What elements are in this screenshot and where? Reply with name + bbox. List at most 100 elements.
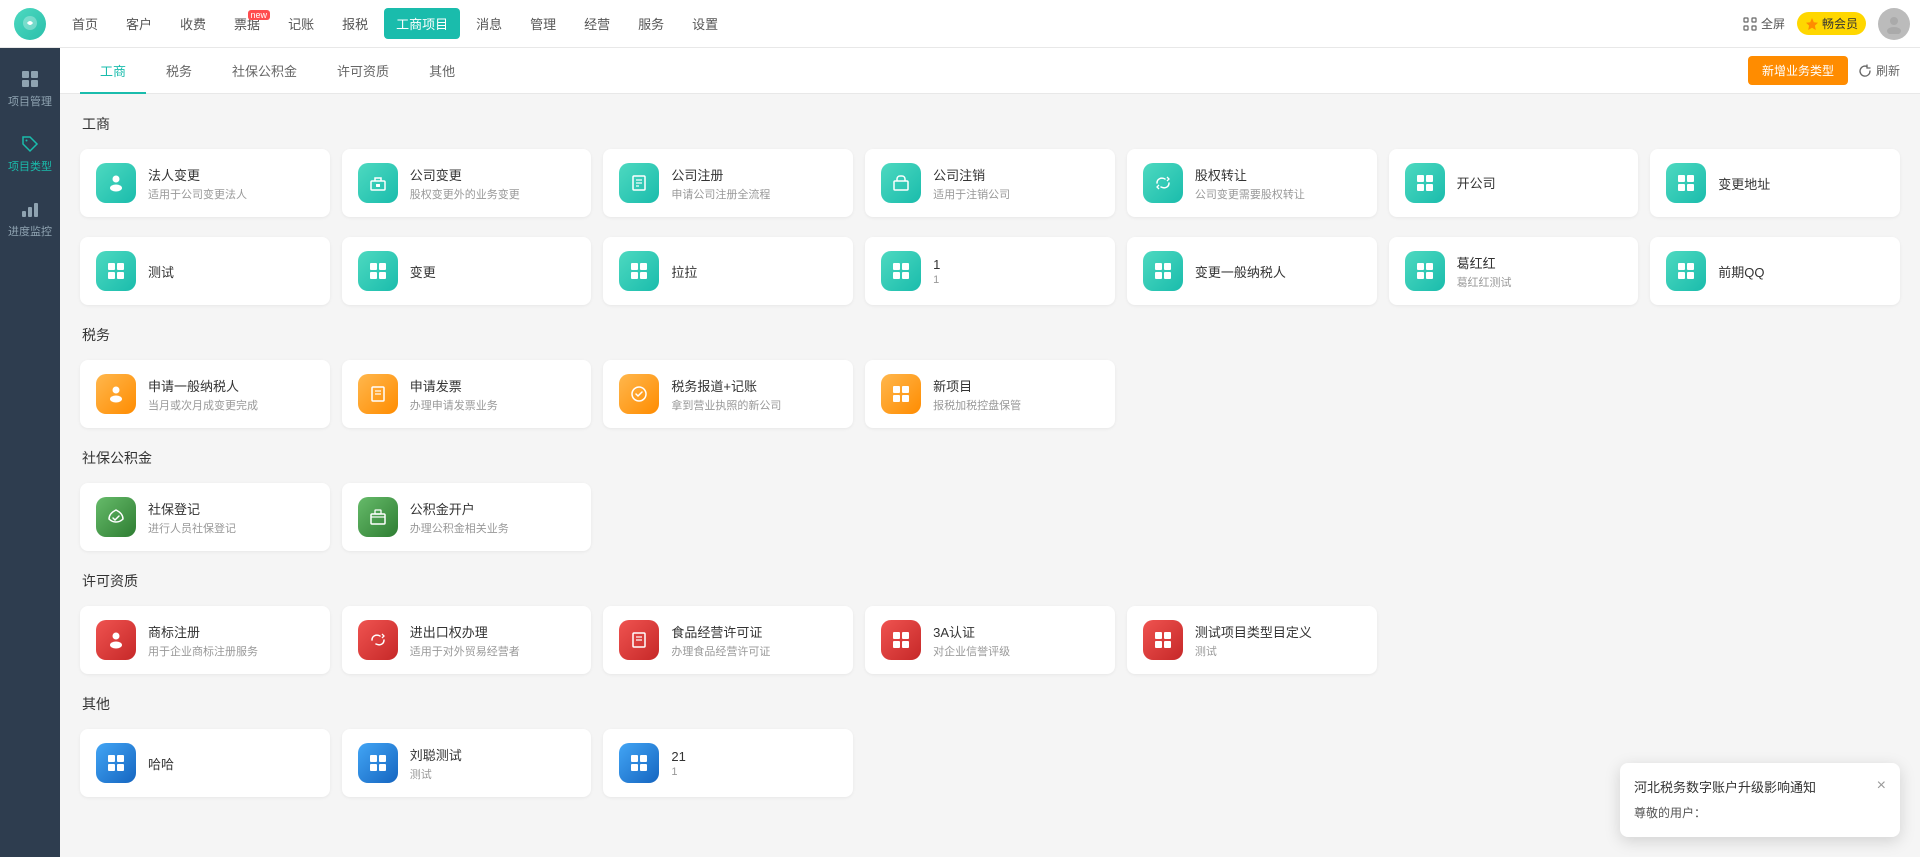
tab-qita[interactable]: 其他 [409,49,475,94]
card-gehonghong[interactable]: 葛红红 葛红红测试 [1389,237,1639,305]
jinchukou-text: 进出口权办理 适用于对外贸易经营者 [410,622,520,659]
tabs-bar: 工商 税务 社保公积金 许可资质 其他 新增业务类型 刷新 [60,48,1920,94]
guquan-icon [1143,163,1183,203]
card-xin-xiangmu[interactable]: 新项目 报税加税控盘保管 [865,360,1115,428]
card-jinchukou[interactable]: 进出口权办理 适用于对外贸易经营者 [342,606,592,674]
nav-menu: 首页 客户 收费 票据 new 记账 报税 工商项目 消息 管理 经营 服务 设… [60,8,1743,39]
card-shenqing-fapiao[interactable]: 申请发票 办理申请发票业务 [342,360,592,428]
card-biangeng-nashuiren[interactable]: 变更一般纳税人 [1127,237,1377,305]
section-title-qita: 其他 [80,694,1900,714]
gongjijin-kaihu-text: 公积金开户 办理公积金相关业务 [410,499,509,536]
gongjijin-kaihu-name: 公积金开户 [410,499,509,518]
card-ceshi-xiangmu-leixing[interactable]: 测试项目类型目定义 测试 [1127,606,1377,674]
gongsi-zhuxiao-icon [881,163,921,203]
card-shangbiao-zhuce[interactable]: 商标注册 用于企业商标注册服务 [80,606,330,674]
card-shipin-xuke[interactable]: 食品经营许可证 办理食品经营许可证 [603,606,853,674]
21-text: 21 1 [671,749,685,778]
notification-close-button[interactable]: × [1877,777,1886,795]
shuiwu-baodao-icon [619,374,659,414]
shebao-dengji-text: 社保登记 进行人员社保登记 [148,499,236,536]
card-biangeng-dizhi[interactable]: 变更地址 [1650,149,1900,217]
card-lala[interactable]: 拉拉 [603,237,853,305]
gongsi-zhuce-name: 公司注册 [671,165,770,184]
nav-service[interactable]: 服务 [626,8,676,39]
tab-xuke[interactable]: 许可资质 [317,49,409,94]
nav-message[interactable]: 消息 [464,8,514,39]
card-gongsi-zhuxiao[interactable]: 公司注销 适用于注销公司 [865,149,1115,217]
card-shenqing-nashuiren[interactable]: 申请一般纳税人 当月或次月成变更完成 [80,360,330,428]
card-3a-renzheng[interactable]: 3A认证 对企业信誉评级 [865,606,1115,674]
card-shuiwu-baodao[interactable]: 税务报道+记账 拿到营业执照的新公司 [603,360,853,428]
nav-ticket[interactable]: 票据 new [222,8,272,39]
nav-bookkeep[interactable]: 记账 [276,8,326,39]
sidebar-item-project-manage[interactable]: 项目管理 [0,58,60,119]
nav-settings[interactable]: 设置 [680,8,730,39]
vip-label: 畅会员 [1822,15,1858,32]
card-gongsi-zhuce[interactable]: 公司注册 申请公司注册全流程 [603,149,853,217]
biangeng-nashuiren-text: 变更一般纳税人 [1195,262,1286,281]
gongsi-biangeng-icon [358,163,398,203]
card-gongsi-biangeng[interactable]: 公司变更 股权变更外的业务变更 [342,149,592,217]
card-21[interactable]: 21 1 [603,729,853,797]
shangbiao-zhuce-name: 商标注册 [148,622,258,641]
shenqing-nashuiren-name: 申请一般纳税人 [148,376,258,395]
card-haha[interactable]: 哈哈 [80,729,330,797]
qianqi-qq-icon [1666,251,1706,291]
gehonghong-text: 葛红红 葛红红测试 [1457,253,1512,290]
kai-gongsi-text: 开公司 [1457,173,1496,194]
notification-body: 尊敬的用户： [1634,804,1886,823]
new-badge: new [248,10,271,20]
tab-shebao[interactable]: 社保公积金 [212,49,317,94]
gongsi-zhuce-icon [619,163,659,203]
ceshi-xiangmu-leixing-name: 测试项目类型目定义 [1195,622,1312,641]
logo[interactable] [10,4,50,44]
qianqi-qq-name: 前期QQ [1718,262,1764,281]
sidebar-label-project-manage: 项目管理 [8,93,52,109]
nav-manage[interactable]: 管理 [518,8,568,39]
nav-business[interactable]: 经营 [572,8,622,39]
nav-home[interactable]: 首页 [60,8,110,39]
grid-icon [19,68,41,90]
gongsi-zhuxiao-desc: 适用于注销公司 [933,186,1010,202]
gongsi-zhuce-text: 公司注册 申请公司注册全流程 [671,165,770,202]
3a-renzheng-desc: 对企业信誉评级 [933,643,1010,659]
shenqing-nashuiren-text: 申请一般纳税人 当月或次月成变更完成 [148,376,258,413]
gongsi-zhuce-desc: 申请公司注册全流程 [671,186,770,202]
card-kai-gongsi[interactable]: 开公司 [1389,149,1639,217]
shebao-dengji-name: 社保登记 [148,499,236,518]
card-qianqi-qq[interactable]: 前期QQ [1650,237,1900,305]
shangbiao-zhuce-text: 商标注册 用于企业商标注册服务 [148,622,258,659]
nav-industry[interactable]: 工商项目 [384,8,460,39]
sidebar-item-progress[interactable]: 进度监控 [0,188,60,249]
fullscreen-button[interactable]: 全屏 [1743,15,1785,32]
card-biangeng2[interactable]: 变更 [342,237,592,305]
qianqi-qq-text: 前期QQ [1718,262,1764,281]
user-avatar[interactable] [1878,8,1910,40]
xin-xiangmu-text: 新项目 报税加税控盘保管 [933,376,1021,413]
nav-tax[interactable]: 报税 [330,8,380,39]
card-faren-biangeng[interactable]: 法人变更 适用于公司变更法人 [80,149,330,217]
vip-button[interactable]: 畅会员 [1797,12,1866,35]
tab-shuiwu[interactable]: 税务 [146,49,212,94]
jinchukou-icon [358,620,398,660]
nav-fee[interactable]: 收费 [168,8,218,39]
gehonghong-name: 葛红红 [1457,253,1512,272]
tab-gongshang[interactable]: 工商 [80,49,146,94]
add-type-button[interactable]: 新增业务类型 [1748,56,1848,85]
sidebar-item-project-type[interactable]: 项目类型 [0,123,60,184]
card-shebao-dengji[interactable]: 社保登记 进行人员社保登记 [80,483,330,551]
shenqing-fapiao-desc: 办理申请发票业务 [410,397,498,413]
lala-name: 拉拉 [671,262,697,281]
card-liucong-ceshi[interactable]: 刘聪测试 测试 [342,729,592,797]
card-guquan-zhuanrang[interactable]: 股权转让 公司变更需要股权转让 [1127,149,1377,217]
refresh-button[interactable]: 刷新 [1858,62,1900,79]
notification-panel: 河北税务数字账户升级影响通知 × 尊敬的用户： [1620,763,1900,837]
card-gongjijin-kaihu[interactable]: 公积金开户 办理公积金相关业务 [342,483,592,551]
liucong-ceshi-desc: 测试 [410,766,462,782]
card-one[interactable]: 1 1 [865,237,1115,305]
shangbiao-zhuce-desc: 用于企业商标注册服务 [148,643,258,659]
nav-customer[interactable]: 客户 [114,8,164,39]
liucong-ceshi-text: 刘聪测试 测试 [410,745,462,782]
xuke-cards: 商标注册 用于企业商标注册服务 进出口权办理 适用于对外贸易经营者 [80,606,1900,674]
card-ceshi[interactable]: 测试 [80,237,330,305]
